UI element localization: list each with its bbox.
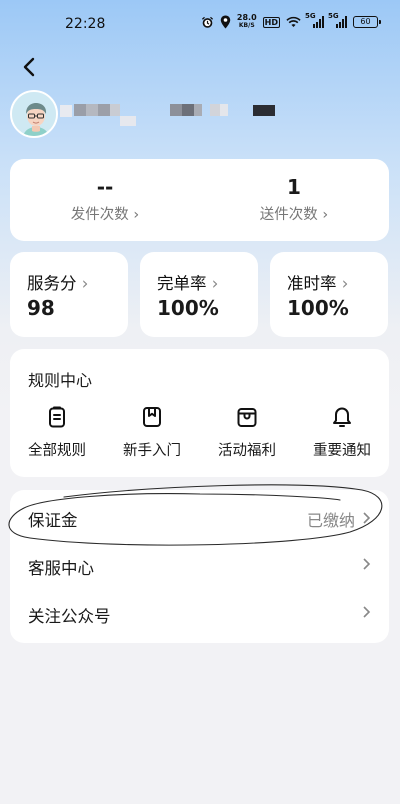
chevron-left-icon (23, 57, 35, 77)
chevron-right-icon (363, 512, 371, 524)
bell-icon (333, 407, 351, 427)
avatar-image (12, 92, 56, 136)
rule-label: 新手入门 (123, 443, 181, 459)
list-item-label: 客服中心 (28, 559, 94, 578)
list-item-follow-official-account[interactable]: 关注公众号 (10, 589, 389, 637)
rules-center-title: 规则中心 (28, 371, 93, 390)
rules-center-card: 规则中心 全部规则 新手入门 活动福利 重要通知 (10, 349, 389, 477)
signal-icon: 5G (305, 12, 324, 28)
list-item-label: 保证金 (28, 511, 78, 530)
signal-5g-label: 5G (305, 12, 316, 20)
rule-label: 重要通知 (313, 443, 371, 459)
list-item-label: 关注公众号 (28, 607, 111, 626)
network-speed: 28.0 KB/S (237, 14, 257, 30)
masked-username (60, 102, 290, 132)
stat-label: 发件次数 › (70, 207, 140, 223)
metric-name: 服务分 › (27, 274, 89, 293)
clipboard-icon (49, 406, 65, 428)
list-item-customer-service[interactable]: 客服中心 (10, 541, 389, 589)
rule-all-rules[interactable]: 全部规则 (10, 405, 104, 460)
metric-ontime-rate[interactable]: 准时率 › 100% (270, 252, 388, 337)
metric-value: 98 (27, 296, 55, 320)
metric-name: 准时率 › (287, 274, 349, 293)
bookmark-icon (143, 407, 161, 427)
wifi-icon (286, 16, 301, 27)
status-bar: 22:28 28.0 KB/S HD 5G 5G 60 (0, 0, 400, 44)
signal-icon-2: 5G (328, 12, 347, 28)
list-item-deposit[interactable]: 保证金 已缴纳 (10, 493, 389, 541)
stat-label: 送件次数 › (259, 207, 329, 223)
metric-value: 100% (287, 296, 349, 320)
network-speed-value: 28.0 (236, 13, 257, 22)
rule-important-notice[interactable]: 重要通知 (295, 405, 389, 460)
settings-list-card: 保证金 已缴纳 客服中心 关注公众号 (10, 490, 389, 643)
status-icons: 28.0 KB/S HD 5G 5G 60 (201, 12, 381, 30)
network-speed-unit: KB/S (238, 22, 255, 29)
stat-delivered-count[interactable]: 1 送件次数 › (199, 159, 389, 241)
rule-activity-benefits[interactable]: 活动福利 (200, 405, 294, 460)
stat-value: 1 (287, 175, 301, 199)
chevron-right-icon (363, 606, 371, 618)
status-time: 22:28 (65, 16, 106, 32)
metric-name: 完单率 › (157, 274, 219, 293)
hd-badge: HD (262, 16, 280, 28)
stats-card: -- 发件次数 › 1 送件次数 › (10, 159, 389, 241)
metric-value: 100% (157, 296, 219, 320)
battery-icon: 60 (353, 16, 381, 28)
alarm-icon (201, 16, 213, 28)
gift-box-icon (237, 408, 257, 427)
chevron-right-icon (363, 558, 371, 570)
back-button[interactable] (16, 52, 44, 82)
stat-sent-count[interactable]: -- 发件次数 › (10, 159, 200, 241)
rule-label: 活动福利 (218, 443, 276, 459)
rule-beginner-guide[interactable]: 新手入门 (105, 405, 199, 460)
metric-completion-rate[interactable]: 完单率 › 100% (140, 252, 258, 337)
stat-value: -- (96, 175, 114, 199)
signal-5g-label-2: 5G (328, 12, 339, 20)
rule-label: 全部规则 (28, 443, 86, 459)
deposit-status: 已缴纳 (306, 511, 355, 530)
metric-service-score[interactable]: 服务分 › 98 (10, 252, 128, 337)
location-icon (220, 15, 231, 29)
avatar[interactable] (10, 90, 58, 138)
